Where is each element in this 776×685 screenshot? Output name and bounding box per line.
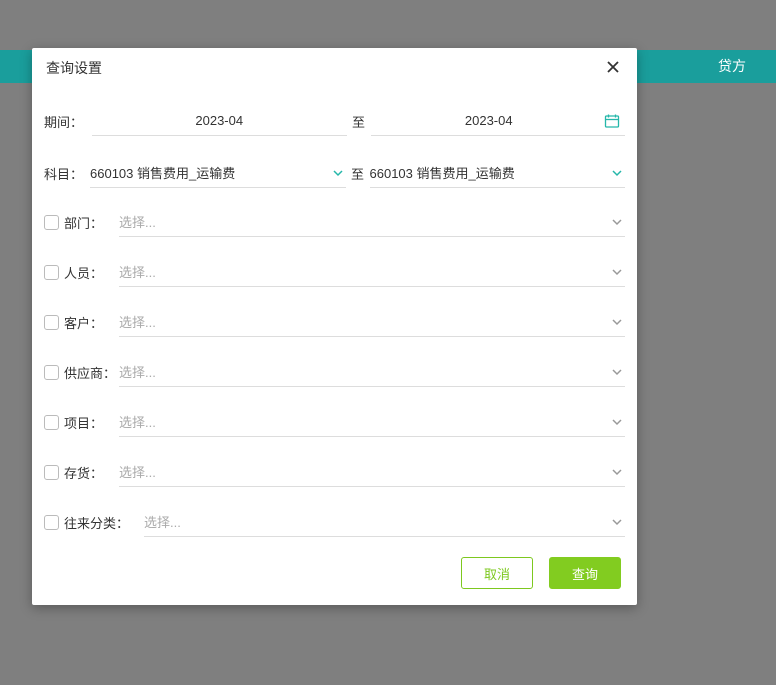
filter-label: 往来分类： bbox=[64, 513, 144, 532]
chevron-down-icon bbox=[609, 364, 625, 380]
confirm-button[interactable]: 查询 bbox=[549, 557, 621, 589]
subject-from-field[interactable]: 660103 销售费用_运输费 bbox=[90, 158, 346, 188]
row-period: 期间： 2023-04 至 2023-04 bbox=[44, 106, 625, 136]
filter-select[interactable]: 选择... bbox=[119, 207, 625, 237]
filter-select[interactable]: 选择... bbox=[119, 407, 625, 437]
chevron-down-icon bbox=[609, 264, 625, 280]
filter-label: 人员： bbox=[64, 263, 119, 282]
filter-row: 往来分类：选择... bbox=[44, 506, 625, 538]
period-to-field[interactable]: 2023-04 bbox=[371, 106, 626, 136]
select-placeholder: 选择... bbox=[144, 512, 609, 531]
chevron-down-icon bbox=[609, 514, 625, 530]
subject-to-field[interactable]: 660103 销售费用_运输费 bbox=[370, 158, 626, 188]
query-settings-modal: 查询设置 期间： 2023-04 至 2023-04 bbox=[32, 48, 637, 605]
chevron-down-icon bbox=[609, 214, 625, 230]
filter-row: 部门：选择... bbox=[44, 206, 625, 238]
chevron-down-icon bbox=[609, 414, 625, 430]
select-placeholder: 选择... bbox=[119, 462, 609, 481]
filter-select[interactable]: 选择... bbox=[119, 457, 625, 487]
filter-label: 项目： bbox=[64, 413, 119, 432]
period-to-value: 2023-04 bbox=[375, 113, 604, 128]
filter-checkbox[interactable] bbox=[44, 465, 59, 480]
filter-row: 供应商：选择... bbox=[44, 356, 625, 388]
period-label: 期间： bbox=[44, 112, 92, 131]
close-button[interactable] bbox=[603, 58, 623, 78]
select-placeholder: 选择... bbox=[119, 212, 609, 231]
calendar-icon[interactable] bbox=[603, 112, 621, 130]
filter-select[interactable]: 选择... bbox=[119, 307, 625, 337]
modal-body[interactable]: 期间： 2023-04 至 2023-04 bbox=[32, 88, 637, 541]
select-placeholder: 选择... bbox=[119, 412, 609, 431]
period-to-label: 至 bbox=[347, 112, 371, 131]
subject-to-label: 至 bbox=[346, 164, 370, 183]
top-bar-right-label: 贷方 bbox=[718, 50, 746, 83]
filter-label: 供应商： bbox=[64, 363, 119, 382]
filter-row: 存货：选择... bbox=[44, 456, 625, 488]
filter-label: 客户： bbox=[64, 313, 119, 332]
filter-row: 项目：选择... bbox=[44, 406, 625, 438]
filter-label: 部门： bbox=[64, 213, 119, 232]
filter-checkbox[interactable] bbox=[44, 265, 59, 280]
select-placeholder: 选择... bbox=[119, 262, 609, 281]
subject-to-value: 660103 销售费用_运输费 bbox=[370, 163, 610, 182]
row-subject: 科目： 660103 销售费用_运输费 至 660103 销售费用_运输费 bbox=[44, 158, 625, 188]
modal-header: 查询设置 bbox=[32, 48, 637, 88]
filter-label: 存货： bbox=[64, 463, 119, 482]
filter-row: 人员：选择... bbox=[44, 256, 625, 288]
period-from-field[interactable]: 2023-04 bbox=[92, 106, 347, 136]
subject-from-value: 660103 销售费用_运输费 bbox=[90, 163, 330, 182]
period-from-value: 2023-04 bbox=[96, 113, 343, 128]
filter-checkbox[interactable] bbox=[44, 315, 59, 330]
filter-checkbox[interactable] bbox=[44, 215, 59, 230]
filter-checkbox[interactable] bbox=[44, 515, 59, 530]
modal-title: 查询设置 bbox=[46, 58, 603, 78]
filter-select[interactable]: 选择... bbox=[144, 507, 625, 537]
select-placeholder: 选择... bbox=[119, 312, 609, 331]
chevron-down-icon bbox=[330, 165, 346, 181]
subject-label: 科目： bbox=[44, 164, 90, 183]
chevron-down-icon bbox=[609, 464, 625, 480]
cancel-button[interactable]: 取消 bbox=[461, 557, 533, 589]
chevron-down-icon bbox=[609, 165, 625, 181]
filter-checkbox[interactable] bbox=[44, 365, 59, 380]
modal-footer: 取消 查询 bbox=[32, 541, 637, 605]
filter-checkbox[interactable] bbox=[44, 415, 59, 430]
filter-select[interactable]: 选择... bbox=[119, 357, 625, 387]
close-icon bbox=[606, 60, 620, 77]
chevron-down-icon bbox=[609, 314, 625, 330]
filter-select[interactable]: 选择... bbox=[119, 257, 625, 287]
filter-row: 客户：选择... bbox=[44, 306, 625, 338]
select-placeholder: 选择... bbox=[119, 362, 609, 381]
